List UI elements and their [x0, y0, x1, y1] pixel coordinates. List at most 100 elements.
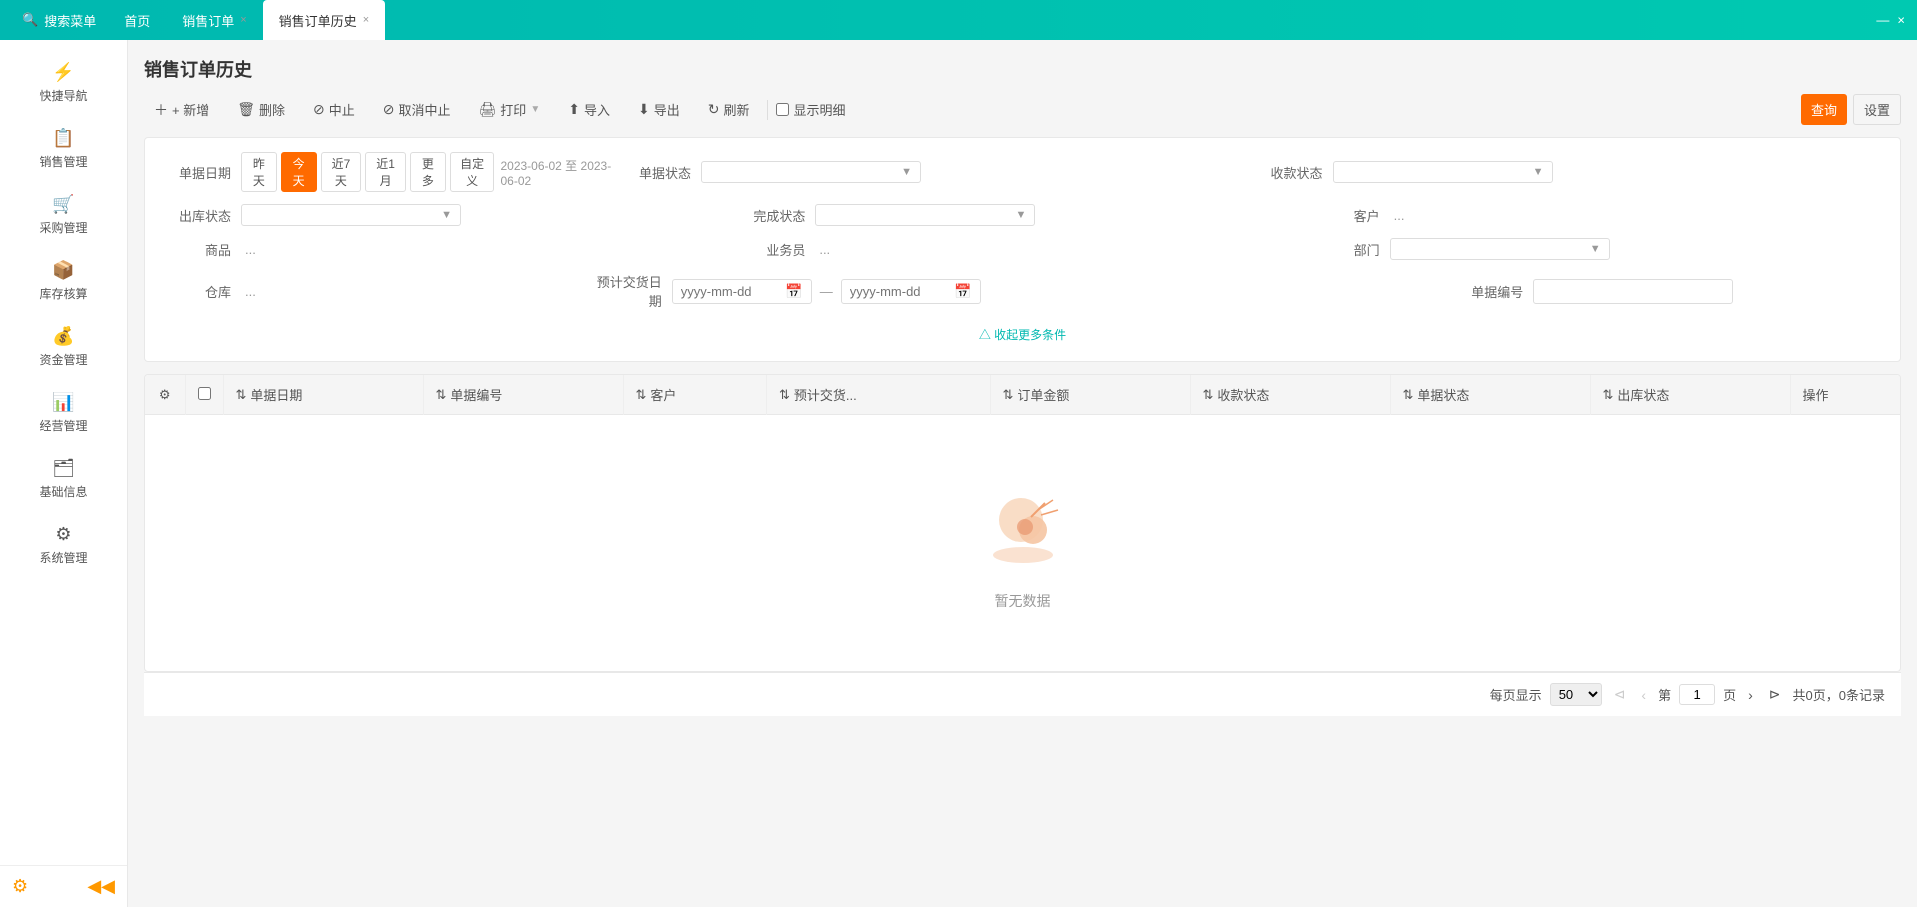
date-1month-btn[interactable]: 近1月	[365, 152, 406, 192]
tab-sales-order-history[interactable]: 销售订单历史 ×	[263, 0, 385, 40]
salesperson-field[interactable]: ...	[819, 242, 830, 257]
goods-field[interactable]: ...	[245, 242, 256, 257]
sidebar-item-sales-mgmt[interactable]: 📋 销售管理	[0, 116, 127, 182]
import-button[interactable]: ⬆ 导入	[558, 95, 620, 124]
next-page-button[interactable]: ›	[1744, 685, 1757, 705]
complete-status-label: 完成状态	[735, 206, 815, 225]
content-area: 销售订单历史 ＋ + 新增 🗑 删除 ⊘ 中止 ⊘ 取消中止 🖨 打印	[128, 40, 1917, 907]
doc-status-select[interactable]: ▼	[701, 161, 921, 183]
th-delivery-date[interactable]: ⇅ 预计交货...	[766, 375, 990, 415]
print-button[interactable]: 🖨 打印 ▼	[469, 95, 551, 124]
search-menu-button[interactable]: 🔍 搜索菜单	[10, 11, 108, 30]
delivery-date-start-input[interactable]: 📅	[672, 279, 812, 304]
empty-text: 暂无数据	[995, 591, 1051, 611]
date-more-btn[interactable]: 更多	[410, 152, 446, 192]
th-order-amount[interactable]: ⇅ 订单金额	[990, 375, 1190, 415]
doc-no-input[interactable]	[1533, 279, 1733, 304]
sidebar-item-finance-mgmt[interactable]: 💰 资金管理	[0, 314, 127, 380]
new-icon: ＋	[154, 100, 168, 120]
refresh-button[interactable]: ↻ 刷新	[698, 95, 760, 124]
table-settings-icon[interactable]: ⚙	[159, 387, 171, 403]
collapse-filter-button[interactable]: △ 收起更多条件	[161, 322, 1884, 347]
window-minimize-button[interactable]: —	[1876, 13, 1889, 28]
th-doc-no[interactable]: ⇅ 单据编号	[423, 375, 623, 415]
delete-button[interactable]: 🗑 删除	[227, 95, 295, 124]
sidebar: ⚡ 快捷导航 📋 销售管理 🛒 采购管理 📦 库存核算 💰 资金管理 📊 经营管…	[0, 40, 128, 907]
sidebar-bottom: ⚙ ◀◀	[0, 865, 127, 907]
sidebar-item-system-mgmt[interactable]: ⚙ 系统管理	[0, 512, 127, 578]
per-page-select[interactable]: 50 10 20 100	[1550, 683, 1602, 706]
last-page-button[interactable]: ⊳	[1765, 684, 1785, 705]
select-all-checkbox[interactable]	[198, 387, 211, 400]
query-button[interactable]: 查询	[1801, 94, 1847, 125]
warehouse-field[interactable]: ...	[245, 284, 256, 299]
refresh-icon: ↻	[708, 101, 720, 118]
empty-state: 暂无数据	[145, 415, 1900, 671]
date-today-btn[interactable]: 今天	[281, 152, 317, 192]
outbound-status-select[interactable]: ▼	[241, 204, 461, 226]
th-checkbox[interactable]	[185, 375, 223, 415]
operations-mgmt-icon: 📊	[52, 392, 74, 413]
cancel-stop-button[interactable]: ⊘ 取消中止	[373, 95, 461, 124]
new-button[interactable]: ＋ + 新增	[144, 95, 219, 125]
settings-filter-button[interactable]: 设置	[1853, 94, 1901, 125]
sidebar-item-purchase-mgmt[interactable]: 🛒 采购管理	[0, 182, 127, 248]
delivery-date-start-field[interactable]	[681, 284, 782, 299]
cancel-stop-icon: ⊘	[383, 101, 395, 118]
th-customer[interactable]: ⇅ 客户	[623, 375, 766, 415]
filter-row-4: 仓库 ... 预计交货日期 📅 — 📅 单据编号	[161, 272, 1884, 310]
customer-field[interactable]: ...	[1394, 208, 1405, 223]
dept-select[interactable]: ▼	[1390, 238, 1610, 260]
display-detail-checkbox[interactable]: 显示明细	[776, 100, 845, 119]
main-layout: ⚡ 快捷导航 📋 销售管理 🛒 采购管理 📦 库存核算 💰 资金管理 📊 经营管…	[0, 40, 1917, 907]
complete-status-select[interactable]: ▼	[815, 204, 1035, 226]
th-outbound-status[interactable]: ⇅ 出库状态	[1590, 375, 1790, 415]
th-doc-status[interactable]: ⇅ 单据状态	[1390, 375, 1590, 415]
complete-status-chevron: ▼	[1015, 209, 1026, 221]
inventory-calc-icon: 📦	[52, 260, 74, 281]
th-settings[interactable]: ⚙	[145, 375, 185, 415]
delivery-date-separator: —	[820, 284, 833, 299]
goods-label: 商品	[161, 240, 241, 259]
receipt-status-select[interactable]: ▼	[1333, 161, 1553, 183]
export-icon: ⬇	[638, 101, 650, 118]
tab-home[interactable]: 首页	[108, 0, 166, 40]
delivery-date-end-input[interactable]: 📅	[841, 279, 981, 304]
print-dropdown-icon: ▼	[530, 104, 540, 115]
receipt-status-label: 收款状态	[1253, 163, 1333, 182]
import-icon: ⬆	[568, 101, 580, 118]
sidebar-item-base-info[interactable]: 🗂 基础信息	[0, 446, 127, 512]
window-close-button[interactable]: ×	[1897, 13, 1905, 28]
date-yesterday-btn[interactable]: 昨天	[241, 152, 277, 192]
delivery-date-label: 预计交货日期	[592, 272, 672, 310]
base-info-icon: 🗂	[52, 458, 75, 479]
export-button[interactable]: ⬇ 导出	[628, 95, 690, 124]
tab-sales-order-close[interactable]: ×	[240, 14, 246, 26]
sidebar-item-inventory-calc[interactable]: 📦 库存核算	[0, 248, 127, 314]
date-custom-btn[interactable]: 自定义	[450, 152, 495, 192]
date-7days-btn[interactable]: 近7天	[321, 152, 362, 192]
first-page-button[interactable]: ⊲	[1610, 684, 1630, 705]
sidebar-item-operations-mgmt[interactable]: 📊 经营管理	[0, 380, 127, 446]
settings-icon[interactable]: ⚙	[12, 876, 28, 897]
per-page-label: 每页显示	[1490, 685, 1542, 704]
sidebar-item-label: 系统管理	[39, 549, 87, 566]
th-receipt-status[interactable]: ⇅ 收款状态	[1190, 375, 1390, 415]
delivery-date-end-calendar-icon[interactable]: 📅	[954, 283, 971, 300]
delivery-date-end-field[interactable]	[850, 284, 951, 299]
delivery-date-start-calendar-icon[interactable]: 📅	[785, 283, 802, 300]
stop-button[interactable]: ⊘ 中止	[303, 95, 365, 124]
page-number-input[interactable]	[1679, 684, 1715, 705]
prev-page-button[interactable]: ‹	[1637, 685, 1650, 705]
th-operation: 操作	[1790, 375, 1900, 415]
tab-sales-order-history-close[interactable]: ×	[363, 14, 369, 26]
collapse-sidebar-icon[interactable]: ◀◀	[87, 876, 115, 897]
print-icon: 🖨	[479, 101, 497, 118]
display-detail-input[interactable]	[776, 103, 789, 116]
pagination-bar: 每页显示 50 10 20 100 ⊲ ‹ 第 页 › ⊳ 共0页，0条记录	[144, 672, 1901, 716]
th-date[interactable]: ⇅ 单据日期	[223, 375, 423, 415]
doc-status-label: 单据状态	[621, 163, 701, 182]
sidebar-item-label: 快捷导航	[39, 87, 87, 104]
tab-sales-order[interactable]: 销售订单 ×	[166, 0, 262, 40]
sidebar-item-quick-nav[interactable]: ⚡ 快捷导航	[0, 50, 127, 116]
